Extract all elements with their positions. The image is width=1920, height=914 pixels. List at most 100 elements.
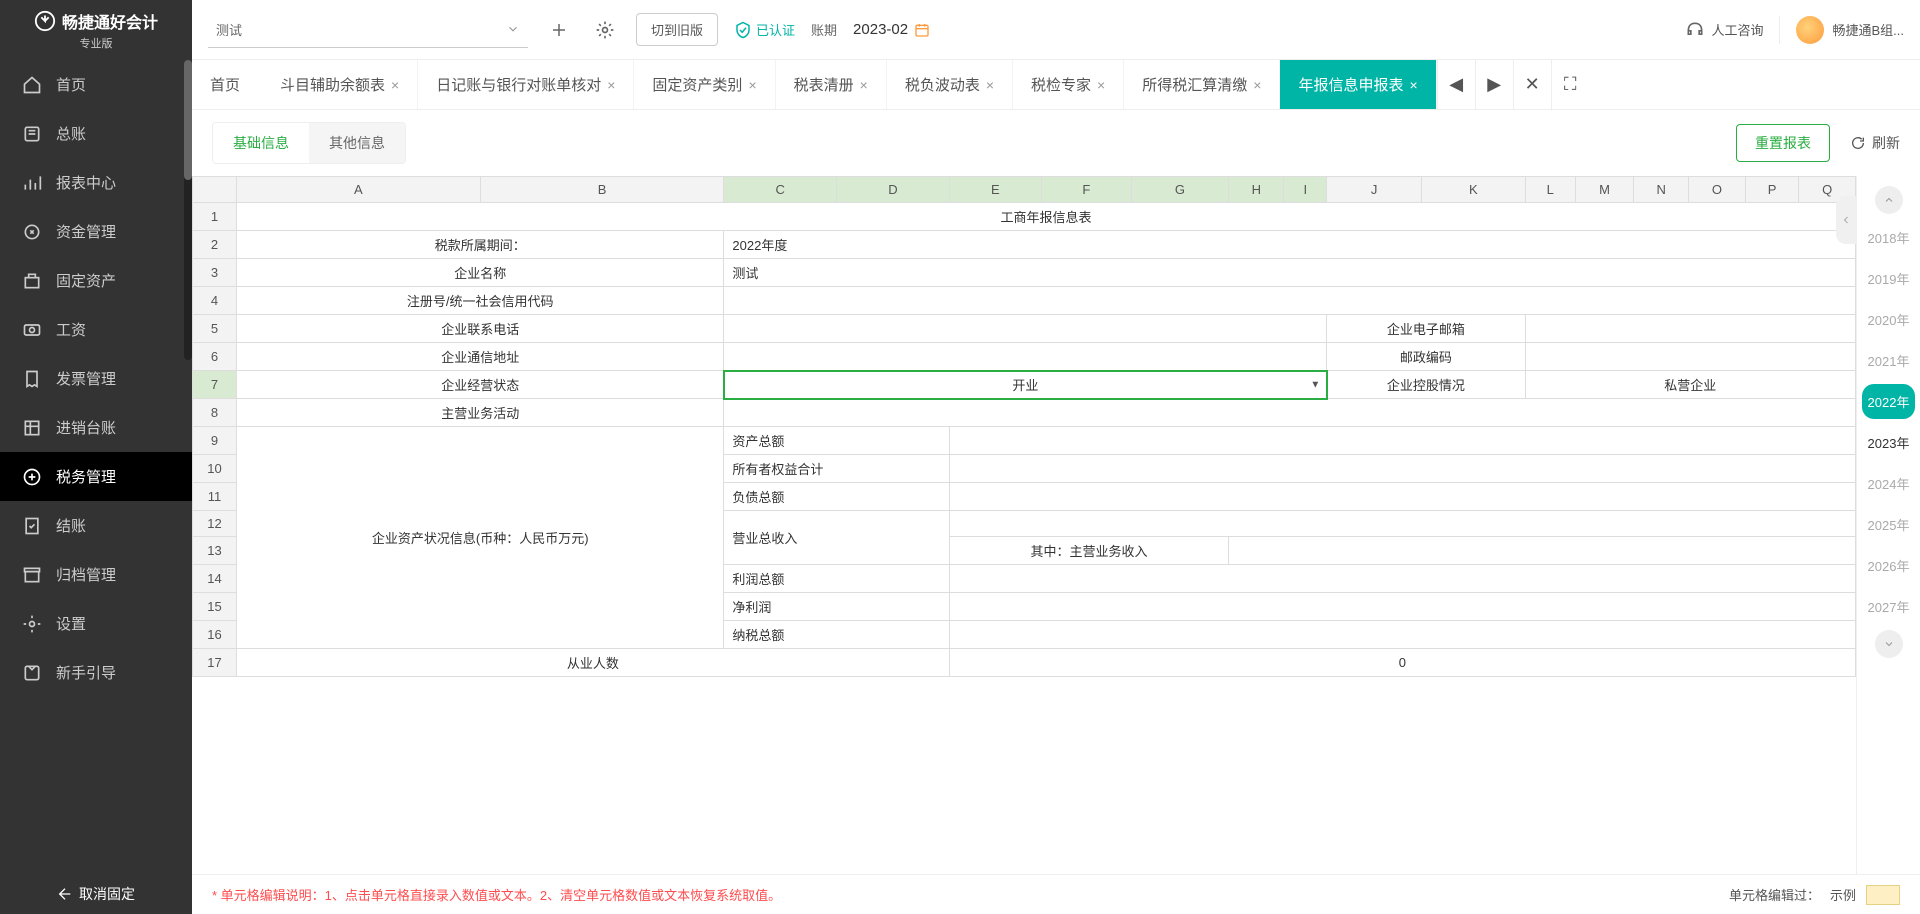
column-header-F[interactable]: F xyxy=(1042,177,1132,203)
row-header-6[interactable]: 6 xyxy=(193,343,237,371)
tab-3[interactable]: 固定资产类别× xyxy=(634,60,775,109)
year-item-4[interactable]: 2022年 xyxy=(1862,384,1916,419)
sidebar-item-2[interactable]: 报表中心 xyxy=(0,158,192,207)
column-header-O[interactable]: O xyxy=(1689,177,1746,203)
row-header-8[interactable]: 8 xyxy=(193,399,237,427)
status-dropdown[interactable]: 开业▼ xyxy=(724,371,1327,399)
row-header-17[interactable]: 17 xyxy=(193,649,237,677)
close-icon[interactable]: × xyxy=(986,77,994,93)
close-icon[interactable]: × xyxy=(860,77,868,93)
row-header-13[interactable]: 13 xyxy=(193,537,237,565)
sheet-title[interactable]: 工商年报信息表 xyxy=(237,203,1856,231)
tab-5[interactable]: 税负波动表× xyxy=(887,60,1013,109)
reset-button[interactable]: 重置报表 xyxy=(1736,124,1830,162)
period-value-cell[interactable]: 2022年度 xyxy=(724,231,1856,259)
column-header-M[interactable]: M xyxy=(1576,177,1634,203)
column-header-E[interactable]: E xyxy=(949,177,1041,203)
sidebar-item-3[interactable]: 资金管理 xyxy=(0,207,192,256)
year-up-button[interactable] xyxy=(1875,186,1903,214)
row-header-4[interactable]: 4 xyxy=(193,287,237,315)
spreadsheet[interactable]: ABCDEFGHIJKLMNOPQ1工商年报信息表2税款所属期间：2022年度3… xyxy=(192,176,1856,874)
add-button[interactable] xyxy=(544,15,574,45)
sub-tab-0[interactable]: 基础信息 xyxy=(213,123,309,163)
emp-label[interactable]: 从业人数 xyxy=(237,649,950,677)
biz-value[interactable] xyxy=(724,399,1856,427)
tax-total-label[interactable]: 纳税总额 xyxy=(724,621,949,649)
close-icon[interactable]: × xyxy=(391,77,399,93)
tab-1[interactable]: 斗目辅助余额表× xyxy=(262,60,418,109)
year-item-0[interactable]: 2018年 xyxy=(1862,220,1916,255)
rev-total-label[interactable]: 营业总收入 xyxy=(724,511,949,565)
assets-total-label[interactable]: 资产总额 xyxy=(724,427,949,455)
support-button[interactable]: 人工咨询 xyxy=(1685,20,1763,40)
sub-tab-1[interactable]: 其他信息 xyxy=(309,123,405,163)
column-header-P[interactable]: P xyxy=(1745,177,1799,203)
column-header-D[interactable]: D xyxy=(837,177,950,203)
year-item-5[interactable]: 2023年 xyxy=(1862,425,1916,460)
tab-2[interactable]: 日记账与银行对账单核对× xyxy=(418,60,634,109)
sidebar-item-11[interactable]: 设置 xyxy=(0,599,192,648)
reg-label[interactable]: 注册号/统一社会信用代码 xyxy=(237,287,724,315)
rev-main-value[interactable] xyxy=(1229,537,1856,565)
sidebar-item-12[interactable]: 新手引导 xyxy=(0,648,192,697)
row-header-11[interactable]: 11 xyxy=(193,483,237,511)
net-profit-value[interactable] xyxy=(949,593,1855,621)
row-header-5[interactable]: 5 xyxy=(193,315,237,343)
sidebar-item-5[interactable]: 工资 xyxy=(0,305,192,354)
row-header-7[interactable]: 7 xyxy=(193,371,237,399)
tax-total-value[interactable] xyxy=(949,621,1855,649)
sidebar-item-0[interactable]: 首页 xyxy=(0,60,192,109)
grid-corner[interactable] xyxy=(193,177,237,203)
row-header-15[interactable]: 15 xyxy=(193,593,237,621)
old-version-button[interactable]: 切到旧版 xyxy=(636,13,718,46)
equity-total-value[interactable] xyxy=(949,455,1855,483)
pin-toggle[interactable]: 取消固定 xyxy=(0,874,192,914)
tab-scroll-right[interactable]: ▶ xyxy=(1475,60,1513,109)
liab-total-label[interactable]: 负债总额 xyxy=(724,483,949,511)
holding-label[interactable]: 企业控股情况 xyxy=(1327,371,1525,399)
equity-total-label[interactable]: 所有者权益合计 xyxy=(724,455,949,483)
column-header-G[interactable]: G xyxy=(1131,177,1229,203)
row-header-16[interactable]: 16 xyxy=(193,621,237,649)
net-profit-label[interactable]: 净利润 xyxy=(724,593,949,621)
sidebar-item-9[interactable]: 结账 xyxy=(0,501,192,550)
profit-total-value[interactable] xyxy=(949,565,1855,593)
year-down-button[interactable] xyxy=(1875,630,1903,658)
row-header-12[interactable]: 12 xyxy=(193,511,237,537)
reg-value[interactable] xyxy=(724,287,1856,315)
tab-6[interactable]: 税检专家× xyxy=(1013,60,1124,109)
row-header-9[interactable]: 9 xyxy=(193,427,237,455)
tab-fullscreen[interactable]: ⛶ xyxy=(1551,60,1589,109)
settings-button[interactable] xyxy=(590,15,620,45)
liab-total-value[interactable] xyxy=(949,483,1855,511)
row-header-10[interactable]: 10 xyxy=(193,455,237,483)
profit-total-label[interactable]: 利润总额 xyxy=(724,565,949,593)
column-header-C[interactable]: C xyxy=(724,177,837,203)
column-header-L[interactable]: L xyxy=(1525,177,1576,203)
close-icon[interactable]: × xyxy=(1253,77,1261,93)
status-label[interactable]: 企业经营状态 xyxy=(237,371,724,399)
biz-label[interactable]: 主营业务活动 xyxy=(237,399,724,427)
company-selector[interactable]: 测试 xyxy=(208,12,528,48)
column-header-J[interactable]: J xyxy=(1327,177,1422,203)
column-header-B[interactable]: B xyxy=(480,177,724,203)
sidebar-item-1[interactable]: 总账 xyxy=(0,109,192,158)
column-header-H[interactable]: H xyxy=(1229,177,1284,203)
row-header-1[interactable]: 1 xyxy=(193,203,237,231)
year-item-6[interactable]: 2024年 xyxy=(1862,466,1916,501)
year-item-2[interactable]: 2020年 xyxy=(1862,302,1916,337)
company-name-label[interactable]: 企业名称 xyxy=(237,259,724,287)
tab-4[interactable]: 税表清册× xyxy=(776,60,887,109)
sidebar-item-4[interactable]: 固定资产 xyxy=(0,256,192,305)
close-icon[interactable]: × xyxy=(607,77,615,93)
close-icon[interactable]: × xyxy=(1409,77,1417,93)
year-item-7[interactable]: 2025年 xyxy=(1862,507,1916,542)
tab-0[interactable]: 首页 xyxy=(192,60,262,109)
year-item-3[interactable]: 2021年 xyxy=(1862,343,1916,378)
column-header-I[interactable]: I xyxy=(1284,177,1327,203)
user-menu[interactable]: 畅捷通B组... xyxy=(1796,16,1904,44)
emp-value[interactable]: 0 xyxy=(949,649,1855,677)
rev-main-label[interactable]: 其中：主营业务收入 xyxy=(949,537,1229,565)
email-value[interactable] xyxy=(1525,315,1855,343)
period-selector[interactable]: 2023-02 xyxy=(853,21,930,38)
